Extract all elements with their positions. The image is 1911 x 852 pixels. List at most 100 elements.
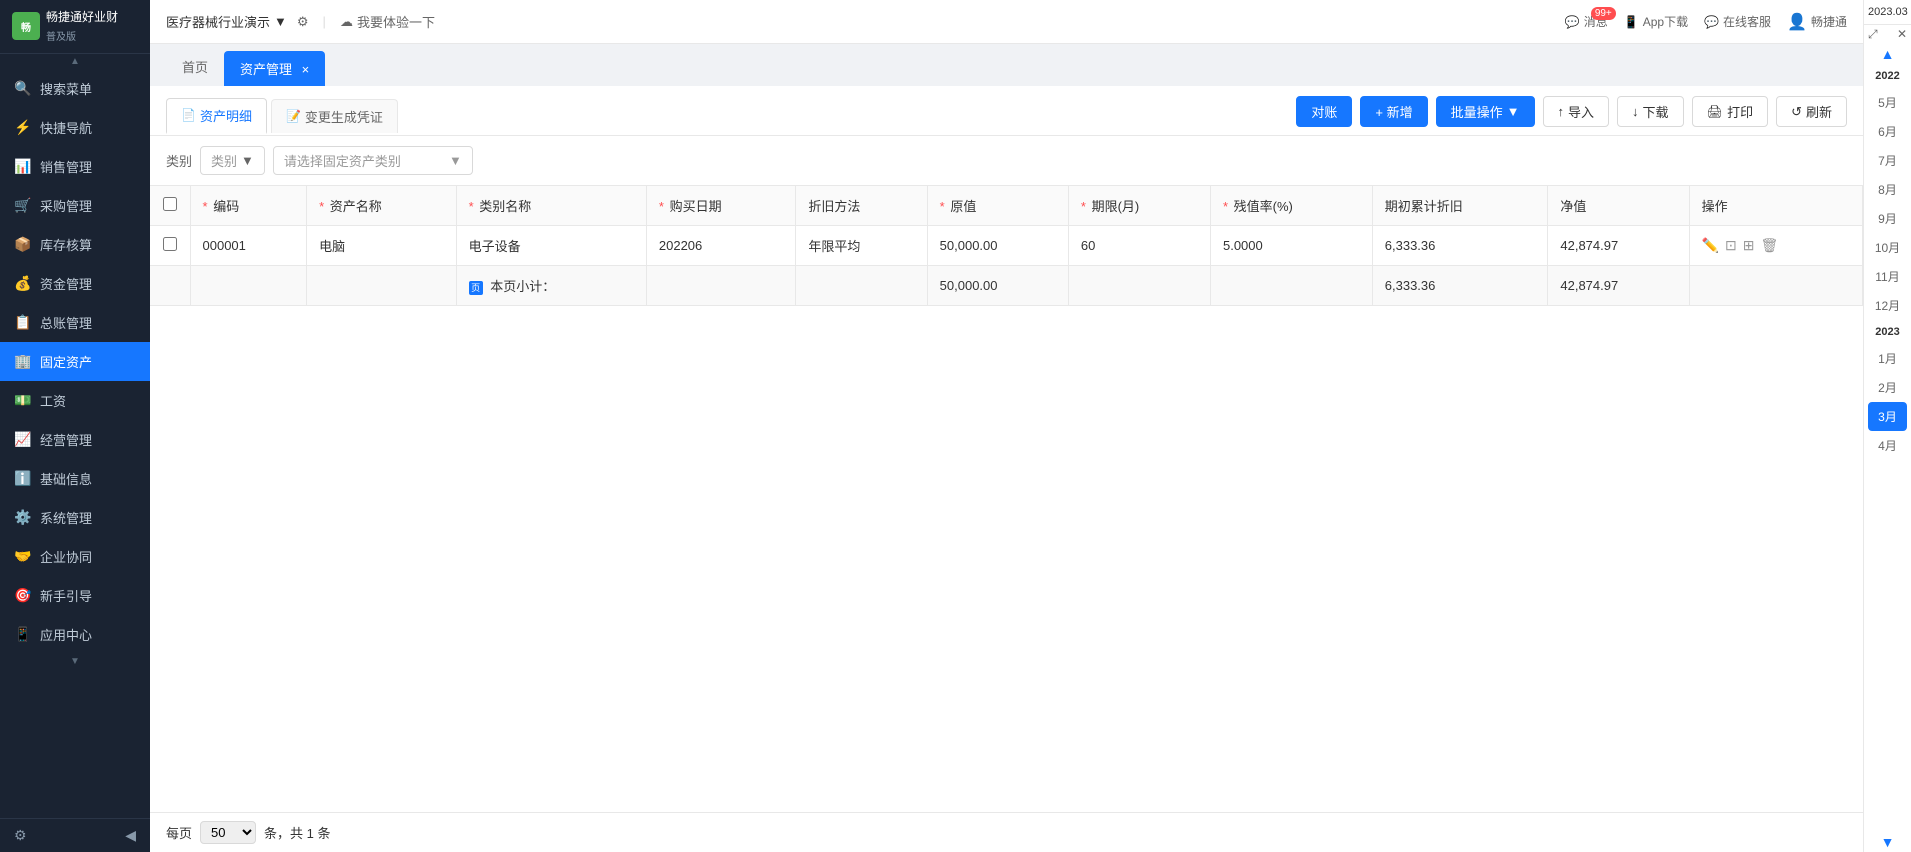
- gear-settings-icon[interactable]: ⚙: [297, 14, 309, 30]
- sidebar-item-label: 固定资产: [40, 352, 92, 371]
- sidebar-item-ledger[interactable]: 📋 总账管理: [0, 303, 150, 342]
- sidebar-item-cooperation[interactable]: 🤝 企业协同: [0, 537, 150, 576]
- payroll-icon: 💵: [14, 392, 32, 409]
- delete-icon[interactable]: 🗑: [1761, 237, 1779, 254]
- month-5[interactable]: 5月: [1864, 88, 1911, 117]
- sidebar-item-inventory[interactable]: 📦 库存核算: [0, 225, 150, 264]
- category-type-select[interactable]: 类别 ▼: [200, 146, 265, 175]
- td-name: 电脑: [307, 226, 457, 266]
- download-label: 下载: [1643, 102, 1669, 121]
- tab-close-icon[interactable]: ×: [302, 62, 310, 77]
- subtab-actions: 对账 + 新增 批量操作 ▼ ↑ 导入 ↓ 下载 🖨 打印: [1296, 96, 1847, 135]
- target-icon: 🎯: [14, 587, 32, 604]
- td-net-value: 42,874.97: [1548, 226, 1689, 266]
- month-6[interactable]: 6月: [1864, 117, 1911, 146]
- month-2[interactable]: 2月: [1864, 373, 1911, 402]
- month-8[interactable]: 8月: [1864, 175, 1911, 204]
- phone-icon: 📱: [14, 626, 32, 643]
- more-icon[interactable]: ⊞: [1743, 237, 1755, 254]
- sidebar-item-funds[interactable]: 💰 资金管理: [0, 264, 150, 303]
- month-12[interactable]: 12月: [1864, 291, 1911, 320]
- account-btn[interactable]: 对账: [1296, 96, 1352, 127]
- sidebar-item-app-center[interactable]: 📱 应用中心: [0, 615, 150, 654]
- print-icon: 🖨: [1707, 104, 1724, 120]
- tab-asset-management[interactable]: 资产管理 ×: [224, 51, 325, 86]
- company-selector[interactable]: 医疗器械行业演示 ▼: [166, 12, 287, 31]
- table-header-row: * 编码 * 资产名称 * 类别名称 * 购买日: [150, 186, 1863, 226]
- th-name: * 资产名称: [307, 186, 457, 226]
- tab-asset-label: 资产管理: [240, 62, 292, 77]
- th-period: * 期限(月): [1068, 186, 1210, 226]
- tab-home[interactable]: 首页: [166, 49, 224, 86]
- download-btn[interactable]: ↓ 下载: [1617, 96, 1684, 127]
- sidebar-item-basic-info[interactable]: ℹ️ 基础信息: [0, 459, 150, 498]
- sidebar-scroll-up[interactable]: ▲: [0, 54, 150, 69]
- sidebar-item-payroll[interactable]: 💵 工资: [0, 381, 150, 420]
- sidebar-item-search[interactable]: 🔍 搜索菜单: [0, 69, 150, 108]
- subtab-asset-detail[interactable]: 📄 资产明细: [166, 98, 267, 134]
- td-depreciation-method: 年限平均: [796, 226, 927, 266]
- th-code: * 编码: [190, 186, 307, 226]
- import-label: 导入: [1568, 102, 1594, 121]
- experience-link[interactable]: ☁ 我要体验一下: [340, 12, 435, 31]
- month-3-current[interactable]: 3月: [1868, 402, 1907, 431]
- sidebar-item-label: 销售管理: [40, 157, 92, 176]
- sidebar-item-sales[interactable]: 📊 销售管理: [0, 147, 150, 186]
- panel-up-arrow[interactable]: ▲: [1879, 44, 1897, 64]
- month-1[interactable]: 1月: [1864, 344, 1911, 373]
- user-menu[interactable]: 👤 畅捷通: [1787, 12, 1847, 32]
- sidebar-item-label: 采购管理: [40, 196, 92, 215]
- collapse-icon[interactable]: ◀: [125, 827, 136, 844]
- import-btn[interactable]: ↑ 导入: [1543, 96, 1610, 127]
- sidebar-item-quick-nav[interactable]: ⚡ 快捷导航: [0, 108, 150, 147]
- month-7[interactable]: 7月: [1864, 146, 1911, 175]
- sidebar-scroll-down[interactable]: ▼: [0, 654, 150, 669]
- th-category: * 类别名称: [456, 186, 646, 226]
- subtotal-empty-code: [190, 266, 307, 306]
- batch-label: 批量操作: [1451, 102, 1503, 121]
- sidebar-item-label: 经营管理: [40, 430, 92, 449]
- month-4[interactable]: 4月: [1864, 431, 1911, 460]
- subtotal-net-value: 42,874.97: [1548, 266, 1689, 306]
- per-page-select[interactable]: 50 100 200: [200, 821, 256, 844]
- close-icon[interactable]: ✕: [1897, 27, 1907, 42]
- import-icon: ↑: [1558, 104, 1565, 119]
- sidebar-item-system[interactable]: ⚙️ 系统管理: [0, 498, 150, 537]
- td-original-value: 50,000.00: [927, 226, 1068, 266]
- app-download-button[interactable]: 📱 App下载: [1624, 13, 1688, 30]
- month-9[interactable]: 9月: [1864, 204, 1911, 233]
- subtotal-empty-actions: [1689, 266, 1862, 306]
- new-btn[interactable]: + 新增: [1360, 96, 1427, 127]
- sidebar-item-label: 企业协同: [40, 547, 92, 566]
- subtab-change-voucher-label: 变更生成凭证: [305, 107, 383, 126]
- sidebar-item-purchase[interactable]: 🛒 采购管理: [0, 186, 150, 225]
- online-service-button[interactable]: 💬 在线客服: [1704, 13, 1771, 30]
- subtotal-initial-accumulated: 6,333.36: [1372, 266, 1548, 306]
- sidebar-item-label: 应用中心: [40, 625, 92, 644]
- category-filter-input[interactable]: 请选择固定资产类别 ▼: [273, 146, 473, 175]
- select-all-checkbox[interactable]: [163, 197, 177, 211]
- experience-text: 我要体验一下: [357, 12, 435, 31]
- subtab-change-voucher[interactable]: 📝 变更生成凭证: [271, 99, 398, 133]
- print-btn[interactable]: 🖨 打印: [1692, 96, 1769, 127]
- batch-btn[interactable]: 批量操作 ▼: [1436, 96, 1535, 127]
- sidebar-item-guide[interactable]: 🎯 新手引导: [0, 576, 150, 615]
- sidebar-item-operations[interactable]: 📈 经营管理: [0, 420, 150, 459]
- refresh-btn[interactable]: ↺ 刷新: [1776, 96, 1847, 127]
- batch-arrow-icon: ▼: [1507, 104, 1520, 119]
- chart-icon: 📊: [14, 158, 32, 175]
- copy-icon[interactable]: ⊡: [1725, 237, 1737, 254]
- edit-icon[interactable]: ✏️: [1702, 237, 1719, 254]
- panel-down-arrow[interactable]: ▼: [1879, 832, 1897, 852]
- messages-button[interactable]: 💬 消息 99+: [1565, 13, 1608, 30]
- th-original-value: * 原值: [927, 186, 1068, 226]
- month-10[interactable]: 10月: [1864, 233, 1911, 262]
- settings-icon[interactable]: ⚙: [14, 827, 27, 844]
- print-label: 打印: [1727, 102, 1753, 121]
- sidebar-item-fixed-assets[interactable]: 🏢 固定资产: [0, 342, 150, 381]
- row-checkbox[interactable]: [163, 237, 177, 251]
- th-residual-rate: * 残值率(%): [1210, 186, 1372, 226]
- expand-icon[interactable]: ⤢: [1868, 27, 1878, 42]
- month-11[interactable]: 11月: [1864, 262, 1911, 291]
- timeline-scroll: 2022 5月 6月 7月 8月 9月 10月 11月 12月 2023 1月 …: [1864, 64, 1911, 832]
